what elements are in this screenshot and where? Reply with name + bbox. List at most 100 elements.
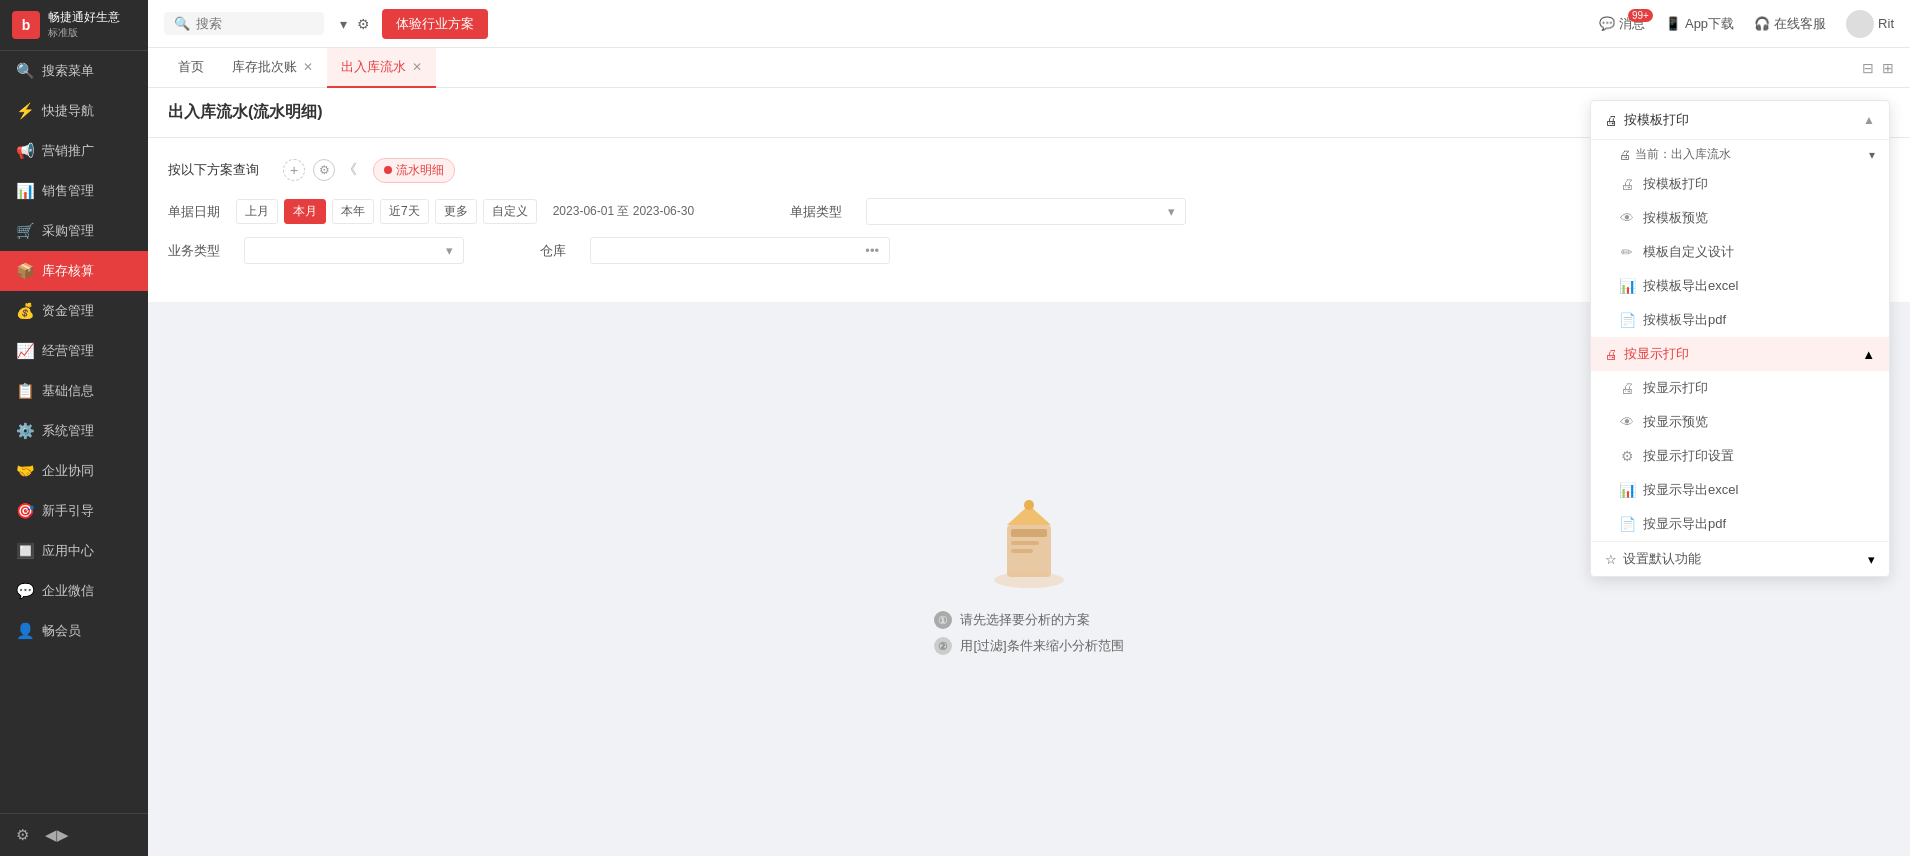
filter-query-label: 按以下方案查询 bbox=[168, 161, 259, 179]
sidebar-item-label: 搜索菜单 bbox=[42, 62, 94, 80]
app-download-button[interactable]: 📱 App下载 bbox=[1665, 15, 1734, 33]
biz-type-label: 业务类型 bbox=[168, 242, 220, 260]
print-dropdown-panel: 🖨 按模板打印 ▲ 🖨 当前：出入库流水 ▾ 🖨 按模板打印 👁 按模板预览 ✏… bbox=[1590, 100, 1890, 577]
filter-collapse-button[interactable]: 《 bbox=[343, 161, 357, 179]
display-section-chevron: ▲ bbox=[1862, 347, 1875, 362]
empty-illustration bbox=[979, 495, 1079, 595]
sidebar-item-quicknav[interactable]: ⚡ 快捷导航 bbox=[0, 91, 148, 131]
display-preview-icon: 👁 bbox=[1619, 414, 1635, 430]
dropdown-item-display-pdf[interactable]: 📄 按显示导出pdf bbox=[1591, 507, 1889, 541]
filter-add-button[interactable]: + bbox=[283, 159, 305, 181]
sidebar-item-finance[interactable]: 💰 资金管理 bbox=[0, 291, 148, 331]
sidebar-item-purchase[interactable]: 🛒 采购管理 bbox=[0, 211, 148, 251]
tab-inventory-flow[interactable]: 出入库流水 ✕ bbox=[327, 48, 436, 88]
dropdown-header[interactable]: 🖨 按模板打印 ▲ bbox=[1591, 101, 1889, 140]
dropdown-footer[interactable]: ☆ 设置默认功能 ▾ bbox=[1591, 541, 1889, 576]
filter-settings-button[interactable]: ⚙ bbox=[313, 159, 335, 181]
tab-close-active-icon[interactable]: ✕ bbox=[412, 60, 422, 74]
online-service-button[interactable]: 🎧 在线客服 bbox=[1754, 15, 1826, 33]
sidebar-item-label: 企业微信 bbox=[42, 582, 94, 600]
item-label: 按显示导出pdf bbox=[1643, 515, 1726, 533]
date-btn-more[interactable]: 更多 bbox=[435, 199, 477, 224]
sidebar-item-wechat[interactable]: 💬 企业微信 bbox=[0, 571, 148, 611]
topbar-search-icon: 🔍 bbox=[174, 16, 190, 31]
sidebar-item-cooperation[interactable]: 🤝 企业协同 bbox=[0, 451, 148, 491]
trial-button[interactable]: 体验行业方案 bbox=[382, 9, 488, 39]
message-icon: 💬 bbox=[1599, 16, 1615, 31]
empty-step-2: ② 用[过滤]条件来缩小分析范围 bbox=[934, 637, 1123, 655]
item-label: 按显示打印设置 bbox=[1643, 447, 1734, 465]
wechat-icon: 💬 bbox=[16, 582, 34, 600]
sidebar-item-basic[interactable]: 📋 基础信息 bbox=[0, 371, 148, 411]
sidebar-item-marketing[interactable]: 📢 营销推广 bbox=[0, 131, 148, 171]
user-area[interactable]: Rit bbox=[1846, 10, 1894, 38]
quicknav-icon: ⚡ bbox=[16, 102, 34, 120]
pdf-icon: 📄 bbox=[1619, 312, 1635, 328]
chevron-down-icon: ▾ bbox=[446, 243, 453, 258]
dropdown-item-template-pdf[interactable]: 📄 按模板导出pdf bbox=[1591, 303, 1889, 337]
dropdown-item-template-preview[interactable]: 👁 按模板预览 bbox=[1591, 201, 1889, 235]
settings-icon[interactable]: ⚙ bbox=[357, 16, 370, 32]
maximize-icon[interactable]: ⊞ bbox=[1882, 60, 1894, 76]
date-btn-this-month[interactable]: 本月 bbox=[284, 199, 326, 224]
design-icon: ✏ bbox=[1619, 244, 1635, 260]
date-btn-7days[interactable]: 近7天 bbox=[380, 199, 429, 224]
sidebar-item-system[interactable]: ⚙️ 系统管理 bbox=[0, 411, 148, 451]
dropdown-item-template-design[interactable]: ✏ 模板自定义设计 bbox=[1591, 235, 1889, 269]
sidebar-item-guide[interactable]: 🎯 新手引导 bbox=[0, 491, 148, 531]
item-label: 按模板导出excel bbox=[1643, 277, 1738, 295]
finance-icon: 💰 bbox=[16, 302, 34, 320]
sidebar-item-sales[interactable]: 📊 销售管理 bbox=[0, 171, 148, 211]
current-label: 当前：出入库流水 bbox=[1635, 146, 1731, 163]
dropdown-item-display-excel[interactable]: 📊 按显示导出excel bbox=[1591, 473, 1889, 507]
topbar-search-input[interactable] bbox=[196, 16, 296, 31]
warehouse-select[interactable]: ••• bbox=[590, 237, 890, 264]
dropdown-current-item: 🖨 当前：出入库流水 ▾ bbox=[1591, 140, 1889, 167]
sidebar-item-member[interactable]: 👤 畅会员 bbox=[0, 611, 148, 651]
tab-close-icon[interactable]: ✕ bbox=[303, 60, 313, 74]
sidebar-item-operations[interactable]: 📈 经营管理 bbox=[0, 331, 148, 371]
chevron-down-icon: ▾ bbox=[1168, 204, 1175, 219]
chevron-down-icon[interactable]: ▾ bbox=[340, 16, 347, 32]
dropdown-item-display-settings[interactable]: ⚙ 按显示打印设置 bbox=[1591, 439, 1889, 473]
date-btn-last-month[interactable]: 上月 bbox=[236, 199, 278, 224]
display-section-header[interactable]: 🖨 按显示打印 ▲ bbox=[1591, 337, 1889, 371]
voucher-type-select[interactable]: ▾ bbox=[866, 198, 1186, 225]
svg-rect-2 bbox=[1011, 529, 1047, 537]
dropdown-title: 🖨 按模板打印 bbox=[1605, 111, 1689, 129]
sidebar-item-label: 企业协同 bbox=[42, 462, 94, 480]
sidebar: b 畅捷通好生意 标准版 🔍 搜索菜单 ⚡ 快捷导航 📢 营销推广 📊 销售管理… bbox=[0, 0, 148, 856]
topbar-search-box[interactable]: 🔍 bbox=[164, 12, 324, 35]
collapse-icon[interactable]: ◀▶ bbox=[45, 826, 69, 844]
dropdown-item-display-preview[interactable]: 👁 按显示预览 bbox=[1591, 405, 1889, 439]
sidebar-item-appcenter[interactable]: 🔲 应用中心 bbox=[0, 531, 148, 571]
message-badge: 99+ bbox=[1628, 9, 1653, 22]
tab-label: 首页 bbox=[178, 58, 204, 76]
date-btn-custom[interactable]: 自定义 bbox=[483, 199, 537, 224]
settings-bottom-icon[interactable]: ⚙ bbox=[16, 826, 29, 844]
display-print-icon: 🖨 bbox=[1619, 380, 1635, 396]
item-label: 模板自定义设计 bbox=[1643, 243, 1734, 261]
date-btn-this-year[interactable]: 本年 bbox=[332, 199, 374, 224]
dropdown-item-display-print[interactable]: 🖨 按显示打印 bbox=[1591, 371, 1889, 405]
sidebar-item-inventory[interactable]: 📦 库存核算 bbox=[0, 251, 148, 291]
tab-home[interactable]: 首页 bbox=[164, 48, 218, 88]
dropdown-item-template-print[interactable]: 🖨 按模板打印 bbox=[1591, 167, 1889, 201]
cooperation-icon: 🤝 bbox=[16, 462, 34, 480]
biz-type-select[interactable]: ▾ bbox=[244, 237, 464, 264]
inventory-icon: 📦 bbox=[16, 262, 34, 280]
sidebar-item-label: 营销推广 bbox=[42, 142, 94, 160]
message-button[interactable]: 💬 消息 99+ bbox=[1599, 15, 1645, 33]
filter-scheme-tag[interactable]: 流水明细 bbox=[373, 158, 455, 183]
dropdown-title-label: 按模板打印 bbox=[1624, 111, 1689, 129]
online-service-label: 在线客服 bbox=[1774, 15, 1826, 33]
tab-inventory-batch[interactable]: 库存批次账 ✕ bbox=[218, 48, 327, 88]
topbar-right: 💬 消息 99+ 📱 App下载 🎧 在线客服 Rit bbox=[1599, 10, 1894, 38]
step-number-1: ① bbox=[934, 611, 952, 629]
current-icon: 🖨 bbox=[1619, 148, 1631, 162]
minimize-icon[interactable]: ⊟ bbox=[1862, 60, 1874, 76]
logo-icon: b bbox=[12, 11, 40, 39]
sidebar-item-search[interactable]: 🔍 搜索菜单 bbox=[0, 51, 148, 91]
dropdown-item-template-excel[interactable]: 📊 按模板导出excel bbox=[1591, 269, 1889, 303]
display-settings-icon: ⚙ bbox=[1619, 448, 1635, 464]
